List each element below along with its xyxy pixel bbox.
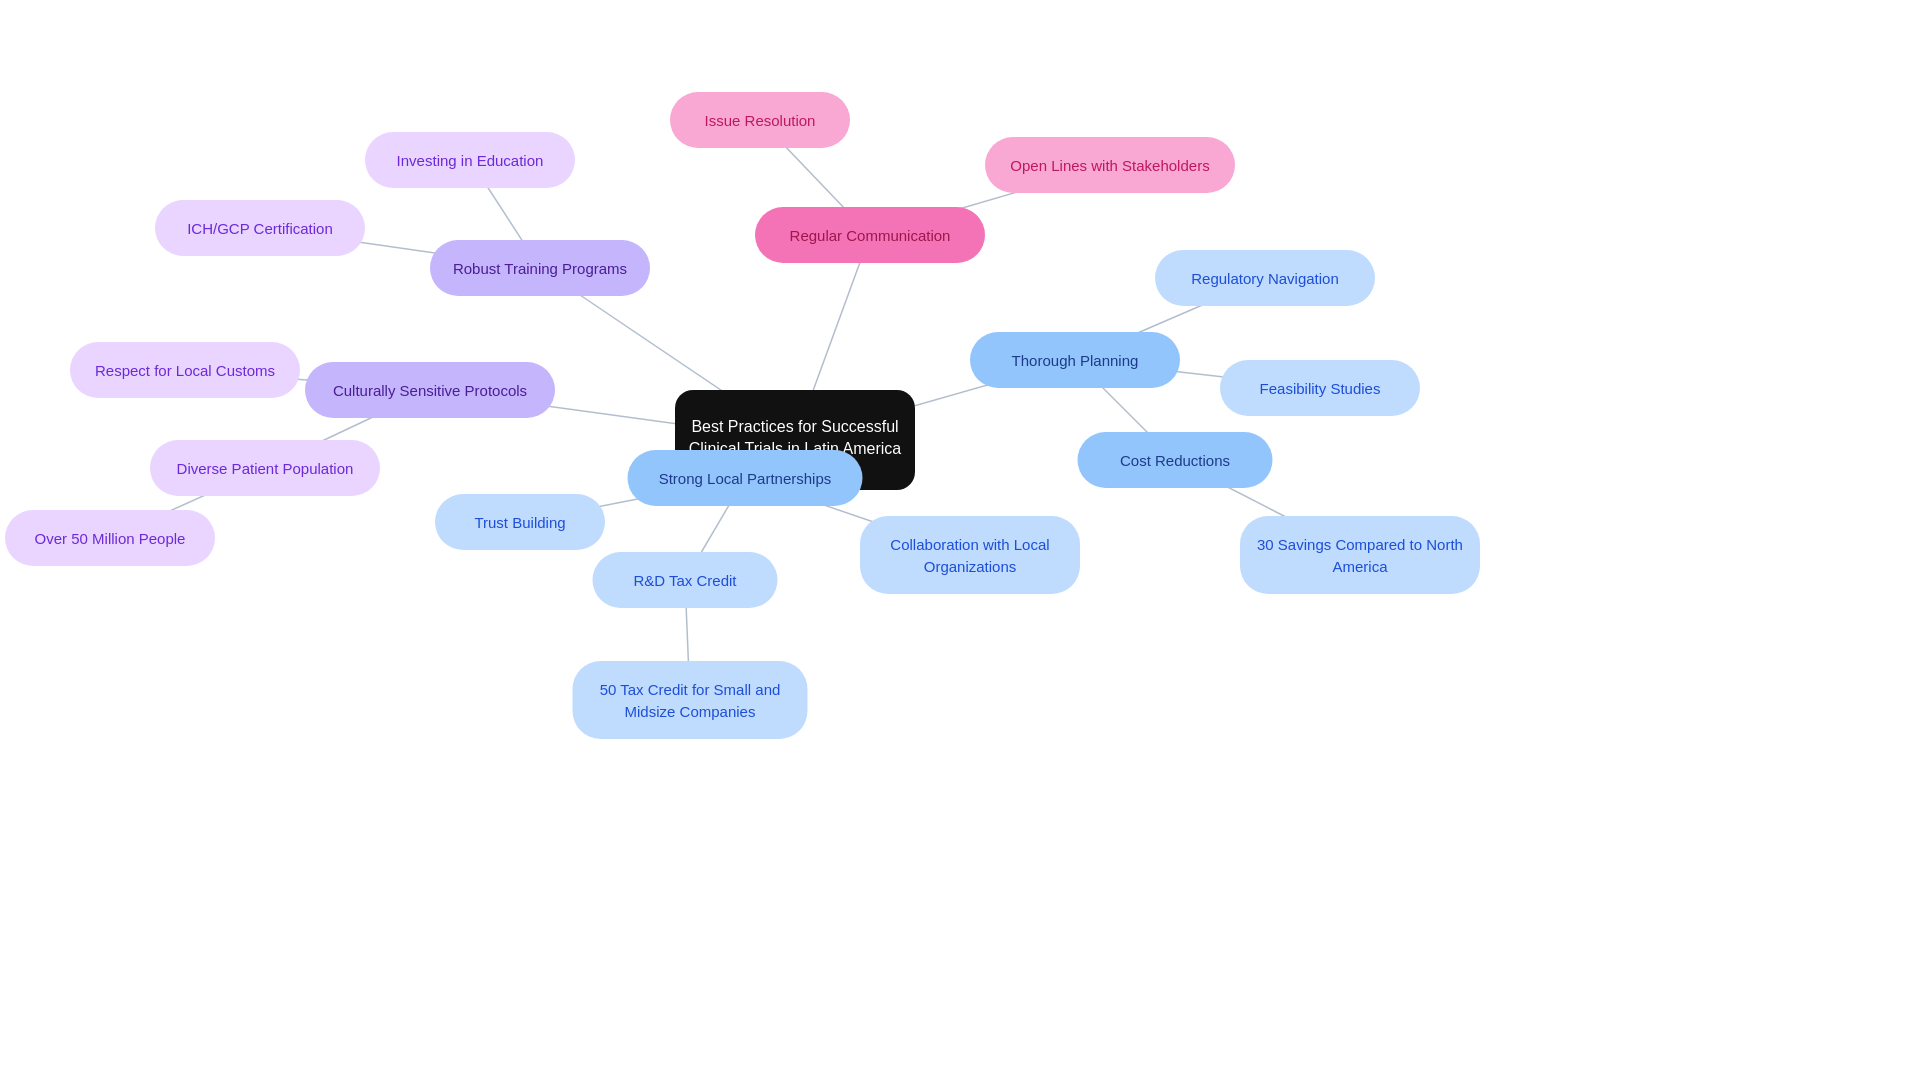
node-issue-resolution: Issue Resolution (670, 92, 850, 148)
svg-text:Robust Training Programs: Robust Training Programs (453, 260, 627, 277)
node-collab-local: Collaboration with Local Organizations (860, 516, 1080, 594)
svg-text:ICH/GCP Certification: ICH/GCP Certification (187, 220, 333, 237)
svg-text:Regular Communication: Regular Communication (790, 227, 951, 244)
svg-text:Culturally Sensitive Protocols: Culturally Sensitive Protocols (333, 382, 527, 399)
svg-rect-52 (573, 661, 808, 739)
svg-text:30 Savings Compared to North: 30 Savings Compared to North (1257, 536, 1463, 553)
node-cost-reductions: Cost Reductions (1078, 432, 1273, 488)
svg-text:Open Lines with Stakeholders: Open Lines with Stakeholders (1010, 157, 1209, 174)
svg-rect-63 (1240, 516, 1480, 594)
svg-text:Thorough Planning: Thorough Planning (1012, 352, 1139, 369)
node-strong-local: Strong Local Partnerships (628, 450, 863, 506)
node-thorough-planning: Thorough Planning (970, 332, 1180, 388)
svg-text:Midsize Companies: Midsize Companies (625, 703, 756, 720)
node-investing-education: Investing in Education (365, 132, 575, 188)
svg-text:Regulatory Navigation: Regulatory Navigation (1191, 270, 1339, 287)
svg-text:50 Tax Credit for Small and: 50 Tax Credit for Small and (600, 681, 781, 698)
node-over-50-million: Over 50 Million People (5, 510, 215, 566)
node-culturally-sensitive: Culturally Sensitive Protocols (305, 362, 555, 418)
node-ich-gcp: ICH/GCP Certification (155, 200, 365, 256)
svg-text:Cost Reductions: Cost Reductions (1120, 452, 1230, 469)
svg-text:Trust Building: Trust Building (474, 514, 565, 531)
node-30-savings: 30 Savings Compared to North America (1240, 516, 1480, 594)
svg-text:Diverse Patient Population: Diverse Patient Population (177, 460, 354, 477)
svg-text:Feasibility Studies: Feasibility Studies (1260, 380, 1381, 397)
svg-text:R&D Tax Credit: R&D Tax Credit (633, 572, 737, 589)
mindmap-canvas: Best Practices for SuccessfulClinical Tr… (0, 0, 1920, 1083)
svg-text:Investing in Education: Investing in Education (397, 152, 544, 169)
node-rd-tax-credit: R&D Tax Credit (593, 552, 778, 608)
svg-text:Collaboration with Local: Collaboration with Local (890, 536, 1049, 553)
node-respect-local: Respect for Local Customs (70, 342, 300, 398)
svg-text:Issue Resolution: Issue Resolution (705, 112, 816, 129)
svg-text:Organizations: Organizations (924, 558, 1017, 575)
svg-rect-49 (860, 516, 1080, 594)
node-open-lines: Open Lines with Stakeholders (985, 137, 1235, 193)
node-trust-building: Trust Building (435, 494, 605, 550)
svg-text:Respect for Local Customs: Respect for Local Customs (95, 362, 275, 379)
node-50-tax-credit: 50 Tax Credit for Small and Midsize Compa… (573, 661, 808, 739)
svg-text:Strong Local Partnerships: Strong Local Partnerships (659, 470, 832, 487)
svg-text:America: America (1332, 558, 1388, 575)
svg-text:Over 50 Million People: Over 50 Million People (35, 530, 186, 547)
node-regulatory-nav: Regulatory Navigation (1155, 250, 1375, 306)
svg-text:Best Practices for Successful: Best Practices for Successful (691, 418, 898, 435)
node-robust-training: Robust Training Programs (430, 240, 650, 296)
node-regular-communication: Regular Communication (755, 207, 985, 263)
node-diverse-patient: Diverse Patient Population (150, 440, 380, 496)
node-feasibility: Feasibility Studies (1220, 360, 1420, 416)
